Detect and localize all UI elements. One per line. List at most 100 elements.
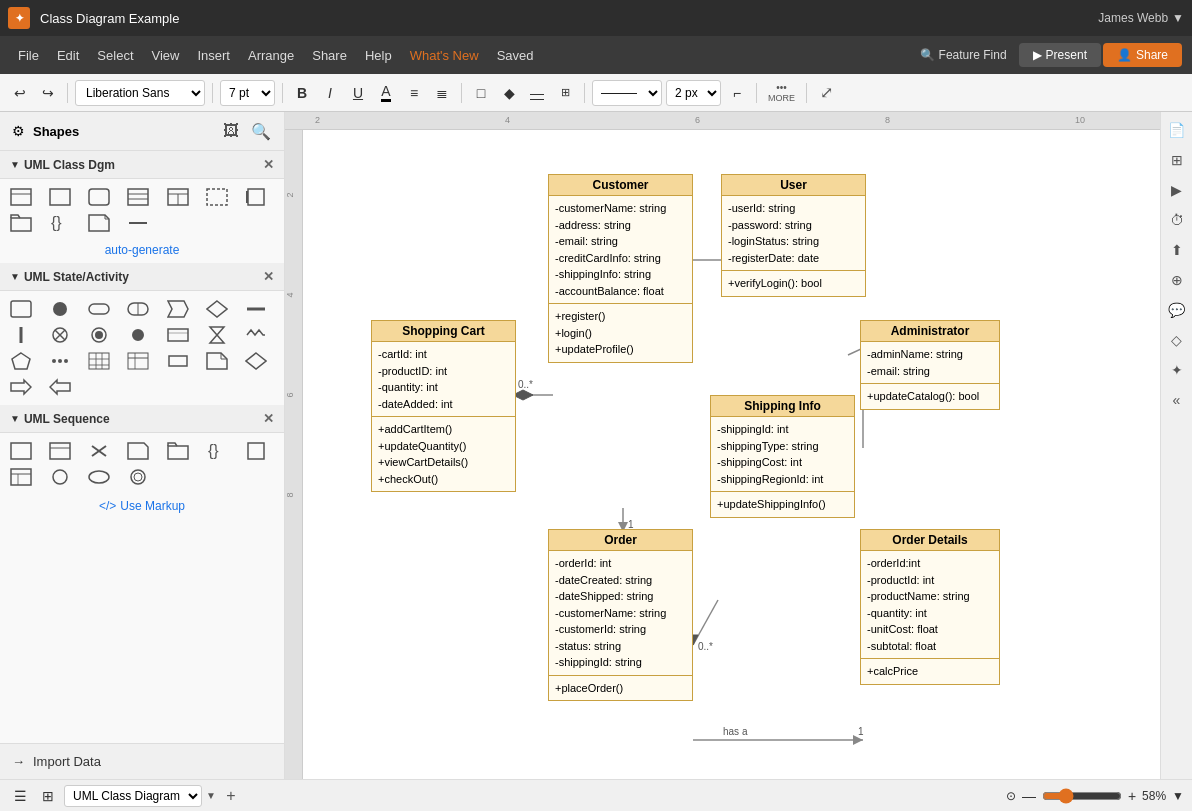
shape-table[interactable] (6, 185, 36, 209)
section-uml-sequence[interactable]: ▼ UML Sequence ✕ (0, 405, 284, 433)
shape-state-stadium[interactable] (84, 297, 114, 321)
shape-state-line-h[interactable] (241, 297, 271, 321)
underline-button[interactable]: U (346, 81, 370, 105)
shape-note[interactable] (84, 211, 114, 235)
shape-table2[interactable] (123, 185, 153, 209)
class-customer[interactable]: Customer -customerName: string -address:… (548, 174, 693, 363)
shape-seq-rect[interactable] (6, 439, 36, 463)
class-order-details[interactable]: Order Details -orderId:int -productId: i… (860, 529, 1000, 685)
canvas-container[interactable]: 2 4 6 8 10 2 4 6 8 (285, 112, 1160, 779)
class-user[interactable]: User -userId: string -password: string -… (721, 174, 866, 297)
menu-saved[interactable]: Saved (489, 44, 542, 67)
font-family-select[interactable]: Liberation Sans (75, 80, 205, 106)
shape-folder[interactable] (6, 211, 36, 235)
right-play-icon[interactable]: ▶ (1165, 178, 1189, 202)
menu-select[interactable]: Select (89, 44, 141, 67)
menu-help[interactable]: Help (357, 44, 400, 67)
section-close-state[interactable]: ✕ (263, 269, 274, 284)
more-button[interactable]: ••• MORE (764, 80, 799, 105)
waypoint-button[interactable]: ⌐ (725, 81, 749, 105)
shape-state-diamond[interactable] (202, 297, 232, 321)
auto-generate-link[interactable]: auto-generate (0, 241, 284, 263)
expand-button[interactable]: ⤢ (814, 81, 838, 105)
shape-state-pentagon[interactable] (6, 349, 36, 373)
page-select[interactable]: UML Class Diagram (64, 785, 202, 807)
shape-state-target[interactable] (84, 323, 114, 347)
right-grid-icon[interactable]: ⊞ (1165, 148, 1189, 172)
shape-rect2[interactable] (241, 185, 271, 209)
menu-view[interactable]: View (144, 44, 188, 67)
zoom-slider[interactable] (1042, 788, 1122, 804)
redo-button[interactable]: ↪ (36, 81, 60, 105)
fill-color-button[interactable]: ◆ (497, 81, 521, 105)
import-data-button[interactable]: → Import Data (0, 743, 284, 779)
section-uml-state[interactable]: ▼ UML State/Activity ✕ (0, 263, 284, 291)
font-size-select[interactable]: 7 pt (220, 80, 275, 106)
extra-btn[interactable]: ⊞ (553, 81, 577, 105)
shape-seq-table[interactable] (6, 465, 36, 489)
feature-find-btn[interactable]: 🔍 Feature Find (920, 48, 1007, 62)
section-uml-class[interactable]: ▼ UML Class Dgm ✕ (0, 151, 284, 179)
shape-seq-braces[interactable]: {} (202, 439, 232, 463)
shape-seq-note[interactable] (123, 439, 153, 463)
shape-outline-button[interactable]: □ (469, 81, 493, 105)
align-text-button[interactable]: ≣ (430, 81, 454, 105)
bold-button[interactable]: B (290, 81, 314, 105)
italic-button[interactable]: I (318, 81, 342, 105)
line-style-select[interactable]: ——— - - - (592, 80, 662, 106)
align-left-button[interactable]: ≡ (402, 81, 426, 105)
shape-seq-rect2[interactable] (45, 439, 75, 463)
shape-state-arrow-l[interactable] (45, 375, 75, 399)
section-close-class[interactable]: ✕ (263, 157, 274, 172)
right-collapse-icon[interactable]: « (1165, 388, 1189, 412)
shape-seq-circle[interactable] (45, 465, 75, 489)
undo-button[interactable]: ↩ (8, 81, 32, 105)
menu-edit[interactable]: Edit (49, 44, 87, 67)
class-order[interactable]: Order -orderId: int -dateCreated: string… (548, 529, 693, 701)
right-star-icon[interactable]: ✦ (1165, 358, 1189, 382)
shape-state-arrow-r[interactable] (6, 375, 36, 399)
shape-rect-dashed[interactable] (202, 185, 232, 209)
sidebar-image-icon[interactable]: 🖼 (220, 120, 242, 142)
menu-arrange[interactable]: Arrange (240, 44, 302, 67)
right-chat-icon[interactable]: 💬 (1165, 298, 1189, 322)
shape-seq-x[interactable] (84, 439, 114, 463)
shape-braces[interactable]: {} (45, 211, 75, 235)
shape-state-rect-sm[interactable] (163, 349, 193, 373)
menu-insert[interactable]: Insert (189, 44, 238, 67)
right-plus-icon[interactable]: ⊕ (1165, 268, 1189, 292)
add-page-button[interactable]: + (220, 785, 242, 807)
menu-file[interactable]: File (10, 44, 47, 67)
class-shipping-info[interactable]: Shipping Info -shippingId: int -shipping… (710, 395, 855, 518)
px-select[interactable]: 2 px 1 px 3 px (666, 80, 721, 106)
list-view-btn[interactable]: ☰ (8, 784, 32, 808)
menu-whats-new[interactable]: What's New (402, 44, 487, 67)
shape-state-chevron[interactable] (163, 297, 193, 321)
shape-state-circle[interactable] (45, 297, 75, 321)
zoom-dropdown-arrow[interactable]: ▼ (1172, 789, 1184, 803)
shape-state-grid[interactable] (84, 349, 114, 373)
shape-state-note2[interactable] (202, 349, 232, 373)
sidebar-search-icon[interactable]: 🔍 (250, 120, 272, 142)
use-markup-link[interactable]: </> Use Markup (0, 495, 284, 517)
shape-line[interactable] (123, 211, 153, 235)
shape-rect-rounded[interactable] (84, 185, 114, 209)
zoom-out-btn[interactable]: — (1022, 788, 1036, 804)
shape-seq-oval[interactable] (84, 465, 114, 489)
right-upload-icon[interactable]: ⬆ (1165, 238, 1189, 262)
shape-rect[interactable] (45, 185, 75, 209)
shape-seq-folder[interactable] (163, 439, 193, 463)
shape-state-hourglass[interactable] (202, 323, 232, 347)
shape-table3[interactable] (163, 185, 193, 209)
share-button[interactable]: 👤 Share (1103, 43, 1182, 67)
section-close-sequence[interactable]: ✕ (263, 411, 274, 426)
grid-view-btn[interactable]: ⊞ (36, 784, 60, 808)
line-color-button[interactable]: — (525, 81, 549, 105)
font-color-button[interactable]: A (374, 81, 398, 105)
shape-state-diamond2[interactable] (241, 349, 271, 373)
shape-seq-circle2[interactable] (123, 465, 153, 489)
shape-state-table2[interactable] (123, 349, 153, 373)
menu-share[interactable]: Share (304, 44, 355, 67)
class-administrator[interactable]: Administrator -adminName: string -email:… (860, 320, 1000, 410)
shape-state-circle-x[interactable] (45, 323, 75, 347)
